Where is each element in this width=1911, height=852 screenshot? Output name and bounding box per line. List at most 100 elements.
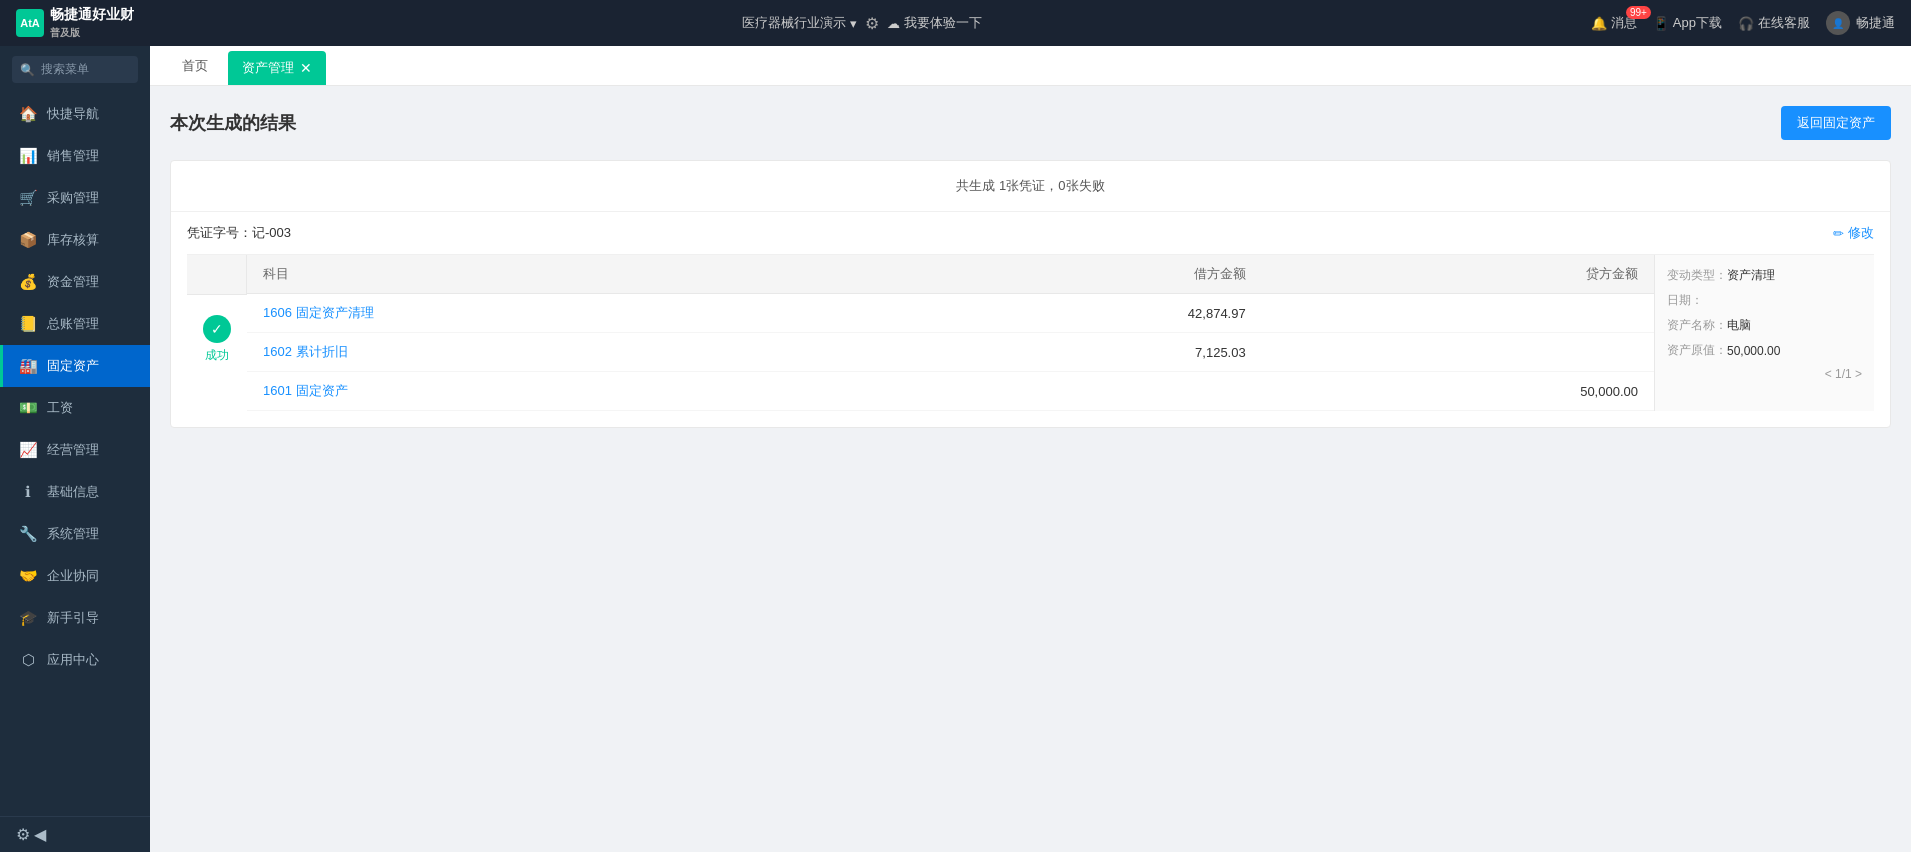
table-row: 1602 累计折旧 7,125.03 <box>247 333 1654 372</box>
funds-icon: 💰 <box>19 273 37 291</box>
sales-icon: 📊 <box>19 147 37 165</box>
credit-cell <box>1262 333 1654 372</box>
sidebar-item-label: 新手引导 <box>47 609 99 627</box>
asset-value-value: 50,000.00 <box>1727 344 1780 358</box>
logo-text: 畅捷通好业财 <box>50 6 134 24</box>
debit-cell <box>869 372 1261 411</box>
asset-name-label: 资产名称： <box>1667 317 1727 334</box>
tab-home[interactable]: 首页 <box>166 49 224 85</box>
subject-cell[interactable]: 1606 固定资产清理 <box>247 294 869 333</box>
subject-cell[interactable]: 1602 累计折旧 <box>247 333 869 372</box>
sidebar-item-enterprise[interactable]: 🤝 企业协同 <box>0 555 150 597</box>
payroll-icon: 💵 <box>19 399 37 417</box>
company-settings-icon[interactable]: ⚙ <box>865 14 879 33</box>
logo-icon: AtA <box>16 9 44 37</box>
sidebar-item-purchase[interactable]: 🛒 采购管理 <box>0 177 150 219</box>
sidebar-item-label: 销售管理 <box>47 147 99 165</box>
sidebar-item-fixed-assets[interactable]: 🏭 固定资产 <box>0 345 150 387</box>
sidebar-item-ledger[interactable]: 📒 总账管理 <box>0 303 150 345</box>
asset-name-row: 资产名称： 电脑 <box>1667 317 1862 334</box>
avatar: 👤 <box>1826 11 1850 35</box>
home-icon: 🏠 <box>19 105 37 123</box>
credit-cell: 50,000.00 <box>1262 372 1654 411</box>
app-download-button[interactable]: 📱 App下载 <box>1653 14 1722 32</box>
table-row: 1601 固定资产 50,000.00 <box>247 372 1654 411</box>
notifications-button[interactable]: 🔔 消息 99+ <box>1591 14 1637 32</box>
sidebar: 🔍 搜索菜单 🏠 快捷导航 📊 销售管理 🛒 采购管理 📦 库存核算 <box>0 46 150 852</box>
success-column: ✓ 成功 <box>187 255 247 411</box>
experience-button[interactable]: ☁ 我要体验一下 <box>887 14 982 32</box>
subject-cell[interactable]: 1601 固定资产 <box>247 372 869 411</box>
sidebar-item-app-center[interactable]: ⬡ 应用中心 <box>0 639 150 681</box>
mobile-icon: 📱 <box>1653 16 1669 31</box>
search-menu-label: 搜索菜单 <box>41 61 89 78</box>
sidebar-search-area: 🔍 搜索菜单 <box>0 46 150 93</box>
back-to-fixed-assets-button[interactable]: 返回固定资产 <box>1781 106 1891 140</box>
header-left: AtA 畅捷通好业财 普及版 <box>16 6 134 40</box>
tab-bar: 首页 资产管理 ✕ <box>150 46 1911 86</box>
info-icon: ℹ <box>19 483 37 501</box>
sidebar-item-label: 快捷导航 <box>47 105 99 123</box>
voucher-table-wrapper: ✓ 成功 科目 借方金额 <box>187 255 1874 411</box>
sidebar-item-payroll[interactable]: 💵 工资 <box>0 387 150 429</box>
edit-icon: ✏ <box>1833 226 1844 241</box>
inventory-icon: 📦 <box>19 231 37 249</box>
user-menu[interactable]: 👤 畅捷通 <box>1826 11 1895 35</box>
credit-cell <box>1262 294 1654 333</box>
success-circle-icon: ✓ <box>203 315 231 343</box>
online-service-button[interactable]: 🎧 在线客服 <box>1738 14 1810 32</box>
logo-sub: 普及版 <box>50 26 134 40</box>
side-pagination[interactable]: < 1/1 > <box>1667 367 1862 381</box>
table-area: ✓ 成功 科目 借方金额 <box>187 255 1654 411</box>
sidebar-item-label: 基础信息 <box>47 483 99 501</box>
sidebar-item-quick-nav[interactable]: 🏠 快捷导航 <box>0 93 150 135</box>
sidebar-item-guide[interactable]: 🎓 新手引导 <box>0 597 150 639</box>
sidebar-item-label: 企业协同 <box>47 567 99 585</box>
username: 畅捷通 <box>1856 14 1895 32</box>
sidebar-item-operations[interactable]: 📈 经营管理 <box>0 429 150 471</box>
enterprise-icon: 🤝 <box>19 567 37 585</box>
table-row: 1606 固定资产清理 42,874.97 <box>247 294 1654 333</box>
sidebar-collapse-button[interactable]: ◀ <box>34 825 46 844</box>
page-header: 本次生成的结果 返回固定资产 <box>170 106 1891 140</box>
app-center-icon: ⬡ <box>19 651 37 669</box>
date-label: 日期： <box>1667 292 1727 309</box>
sidebar-item-funds[interactable]: 💰 资金管理 <box>0 261 150 303</box>
tab-asset-mgmt[interactable]: 资产管理 ✕ <box>228 51 326 85</box>
main-table: 科目 借方金额 贷方金额 1606 固定资产清理 42,874. <box>247 255 1654 411</box>
voucher-number: 凭证字号：记-003 <box>187 224 291 242</box>
company-name: 医疗器械行业演示 <box>742 14 846 32</box>
company-selector[interactable]: 医疗器械行业演示 ▾ <box>742 14 857 32</box>
page-content: 本次生成的结果 返回固定资产 共生成 1张凭证，0张失败 凭证字号：记-003 … <box>150 86 1911 852</box>
change-type-label: 变动类型： <box>1667 267 1727 284</box>
tab-close-button[interactable]: ✕ <box>300 61 312 75</box>
date-row: 日期： <box>1667 292 1862 309</box>
sidebar-item-label: 库存核算 <box>47 231 99 249</box>
asset-value-row: 资产原值： 50,000.00 <box>1667 342 1862 359</box>
sidebar-item-basic-info[interactable]: ℹ 基础信息 <box>0 471 150 513</box>
search-icon: 🔍 <box>20 63 35 77</box>
sidebar-item-label: 资金管理 <box>47 273 99 291</box>
sidebar-item-sales[interactable]: 📊 销售管理 <box>0 135 150 177</box>
cloud-icon: ☁ <box>887 16 900 31</box>
top-header: AtA 畅捷通好业财 普及版 医疗器械行业演示 ▾ ⚙ ☁ 我要体验一下 🔔 消… <box>0 0 1911 46</box>
notifications-badge: 99+ <box>1626 6 1651 19</box>
guide-icon: 🎓 <box>19 609 37 627</box>
sidebar-settings-button[interactable]: ⚙ <box>16 825 30 844</box>
change-type-value: 资产清理 <box>1727 267 1775 284</box>
debit-cell: 42,874.97 <box>869 294 1261 333</box>
sidebar-item-system[interactable]: 🔧 系统管理 <box>0 513 150 555</box>
gear-icon: ⚙ <box>16 826 30 843</box>
chevron-down-icon: ▾ <box>850 16 857 31</box>
sidebar-bottom: ⚙ ◀ <box>0 816 150 852</box>
sidebar-item-label: 固定资产 <box>47 357 99 375</box>
header-center: 医疗器械行业演示 ▾ ⚙ ☁ 我要体验一下 <box>742 14 982 33</box>
sidebar-item-inventory[interactable]: 📦 库存核算 <box>0 219 150 261</box>
bell-icon: 🔔 <box>1591 16 1607 31</box>
search-menu-button[interactable]: 🔍 搜索菜单 <box>12 56 138 83</box>
sidebar-item-label: 采购管理 <box>47 189 99 207</box>
edit-voucher-button[interactable]: ✏ 修改 <box>1833 224 1874 242</box>
sidebar-item-label: 总账管理 <box>47 315 99 333</box>
voucher-side-panel: 变动类型： 资产清理 日期： 资产名称： 电脑 <box>1654 255 1874 411</box>
purchase-icon: 🛒 <box>19 189 37 207</box>
